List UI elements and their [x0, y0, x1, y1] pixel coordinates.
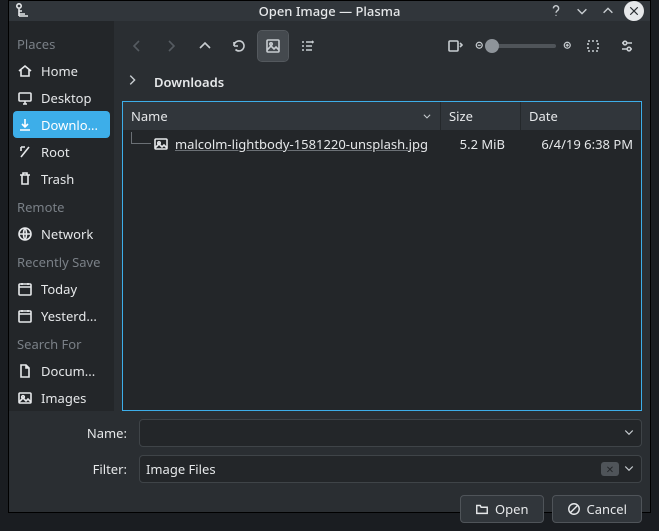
sidebar-item-label: Today: [41, 280, 77, 298]
cancel-button[interactable]: Cancel: [552, 495, 642, 523]
selection-mode-button[interactable]: [578, 31, 608, 61]
button-bar: Open Cancel: [9, 491, 650, 531]
zoom-slider[interactable]: [474, 40, 574, 52]
breadcrumb-segment[interactable]: Downloads: [146, 69, 232, 95]
sidebar-item-label: Downlo...: [41, 116, 98, 134]
nav-forward-button[interactable]: [156, 31, 186, 61]
main-panel: Downloads Name Size Date: [114, 21, 650, 411]
settings-button[interactable]: [612, 31, 642, 61]
chevron-down-icon[interactable]: [623, 424, 635, 442]
sidebar-item-downloads[interactable]: Downlo...: [13, 111, 110, 138]
file-row[interactable]: malcolm-lightbody-1581220-unsplash.jpg 5…: [123, 130, 641, 158]
cancel-button-label: Cancel: [587, 500, 627, 518]
zoom-in-icon: [562, 40, 574, 52]
column-header-name-label: Name: [131, 107, 168, 125]
home-icon: [17, 63, 33, 79]
cancel-icon: [567, 502, 581, 516]
chevron-down-icon[interactable]: [623, 460, 635, 478]
column-header-date[interactable]: Date: [521, 102, 641, 130]
sort-indicator-icon: [422, 107, 432, 125]
sidebar-item-label: Home: [41, 62, 78, 80]
sidebar-item-label: Root: [41, 143, 70, 161]
sidebar-item-today[interactable]: Today: [9, 275, 114, 302]
file-list-header: Name Size Date: [123, 102, 641, 130]
sidebar-heading-search: Search For: [9, 329, 114, 357]
network-icon: [17, 226, 33, 242]
nav-up-button[interactable]: [190, 31, 220, 61]
file-date: 6/4/19 6:38 PM: [513, 135, 633, 153]
sidebar-item-home[interactable]: Home: [9, 57, 114, 84]
sidebar-item-images[interactable]: Images: [9, 384, 114, 411]
sidebar-item-label: Docum...: [41, 362, 95, 380]
sidebar-item-label: Desktop: [41, 89, 92, 107]
sidebar-item-label: Network: [41, 225, 93, 243]
sidebar-item-documents[interactable]: Docum...: [9, 357, 114, 384]
sidebar-heading-recent: Recently Save: [9, 247, 114, 275]
help-button[interactable]: [546, 1, 566, 21]
open-button-label: Open: [495, 500, 529, 518]
filter-row: Filter: Image Files ✕: [17, 455, 642, 483]
download-icon: [17, 117, 33, 133]
image-file-icon: [153, 136, 169, 152]
trash-icon: [17, 171, 33, 187]
titlebar: Open Image — Plasma: [9, 1, 650, 21]
file-size: 5.2 MiB: [433, 135, 513, 153]
sidebar-item-desktop[interactable]: Desktop: [9, 84, 114, 111]
filter-field[interactable]: Image Files ✕: [139, 455, 642, 483]
sidebar-heading-remote: Remote: [9, 192, 114, 220]
file-name: malcolm-lightbody-1581220-unsplash.jpg: [175, 135, 433, 153]
tree-branch-icon: [131, 132, 151, 144]
maximize-button[interactable]: [598, 1, 618, 21]
clear-filter-button[interactable]: ✕: [601, 462, 619, 476]
folder-open-icon: [475, 502, 489, 516]
document-icon: [17, 363, 33, 379]
calendar-icon: [17, 281, 33, 297]
places-sidebar: Places Home Desktop Downlo... Root: [9, 21, 114, 411]
sidebar-item-root[interactable]: Root: [9, 138, 114, 165]
filter-label: Filter:: [17, 460, 133, 478]
column-header-size[interactable]: Size: [441, 102, 521, 130]
column-header-date-label: Date: [529, 107, 558, 125]
plasma-icon: [15, 2, 33, 20]
chevron-right-icon[interactable]: [124, 73, 140, 91]
toolbar: [122, 29, 642, 63]
close-button[interactable]: [624, 1, 644, 21]
filter-value: Image Files: [146, 460, 597, 478]
image-icon: [17, 390, 33, 406]
reload-button[interactable]: [224, 31, 254, 61]
name-field[interactable]: [139, 419, 642, 447]
file-list: Name Size Date: [122, 101, 642, 411]
upper-area: Places Home Desktop Downlo... Root: [9, 21, 650, 411]
form-area: Name: Filter: Image Files ✕: [9, 411, 650, 491]
view-icons-button[interactable]: [258, 31, 288, 61]
name-row: Name:: [17, 419, 642, 447]
calendar-icon: [17, 308, 33, 324]
breadcrumb: Downloads: [122, 69, 642, 95]
minimize-button[interactable]: [572, 1, 592, 21]
sidebar-item-trash[interactable]: Trash: [9, 165, 114, 192]
view-list-button[interactable]: [292, 31, 322, 61]
root-icon: [17, 144, 33, 160]
window-title: Open Image — Plasma: [259, 2, 401, 20]
sidebar-item-label: Trash: [41, 170, 74, 188]
sidebar-heading-places: Places: [9, 29, 114, 57]
file-open-dialog: Open Image — Plasma Places Home: [8, 0, 651, 513]
sidebar-item-label: Images: [41, 389, 86, 407]
nav-back-button[interactable]: [122, 31, 152, 61]
desktop-icon: [17, 90, 33, 106]
name-label: Name:: [17, 424, 133, 442]
sidebar-item-yesterday[interactable]: Yesterd...: [9, 302, 114, 329]
file-rows[interactable]: malcolm-lightbody-1581220-unsplash.jpg 5…: [123, 130, 641, 410]
preview-toggle-button[interactable]: [440, 31, 470, 61]
open-button[interactable]: Open: [460, 495, 544, 523]
column-header-name[interactable]: Name: [123, 102, 441, 130]
column-header-size-label: Size: [449, 107, 473, 125]
sidebar-item-label: Yesterd...: [41, 307, 97, 325]
dialog-body: Places Home Desktop Downlo... Root: [9, 21, 650, 531]
sidebar-item-network[interactable]: Network: [9, 220, 114, 247]
